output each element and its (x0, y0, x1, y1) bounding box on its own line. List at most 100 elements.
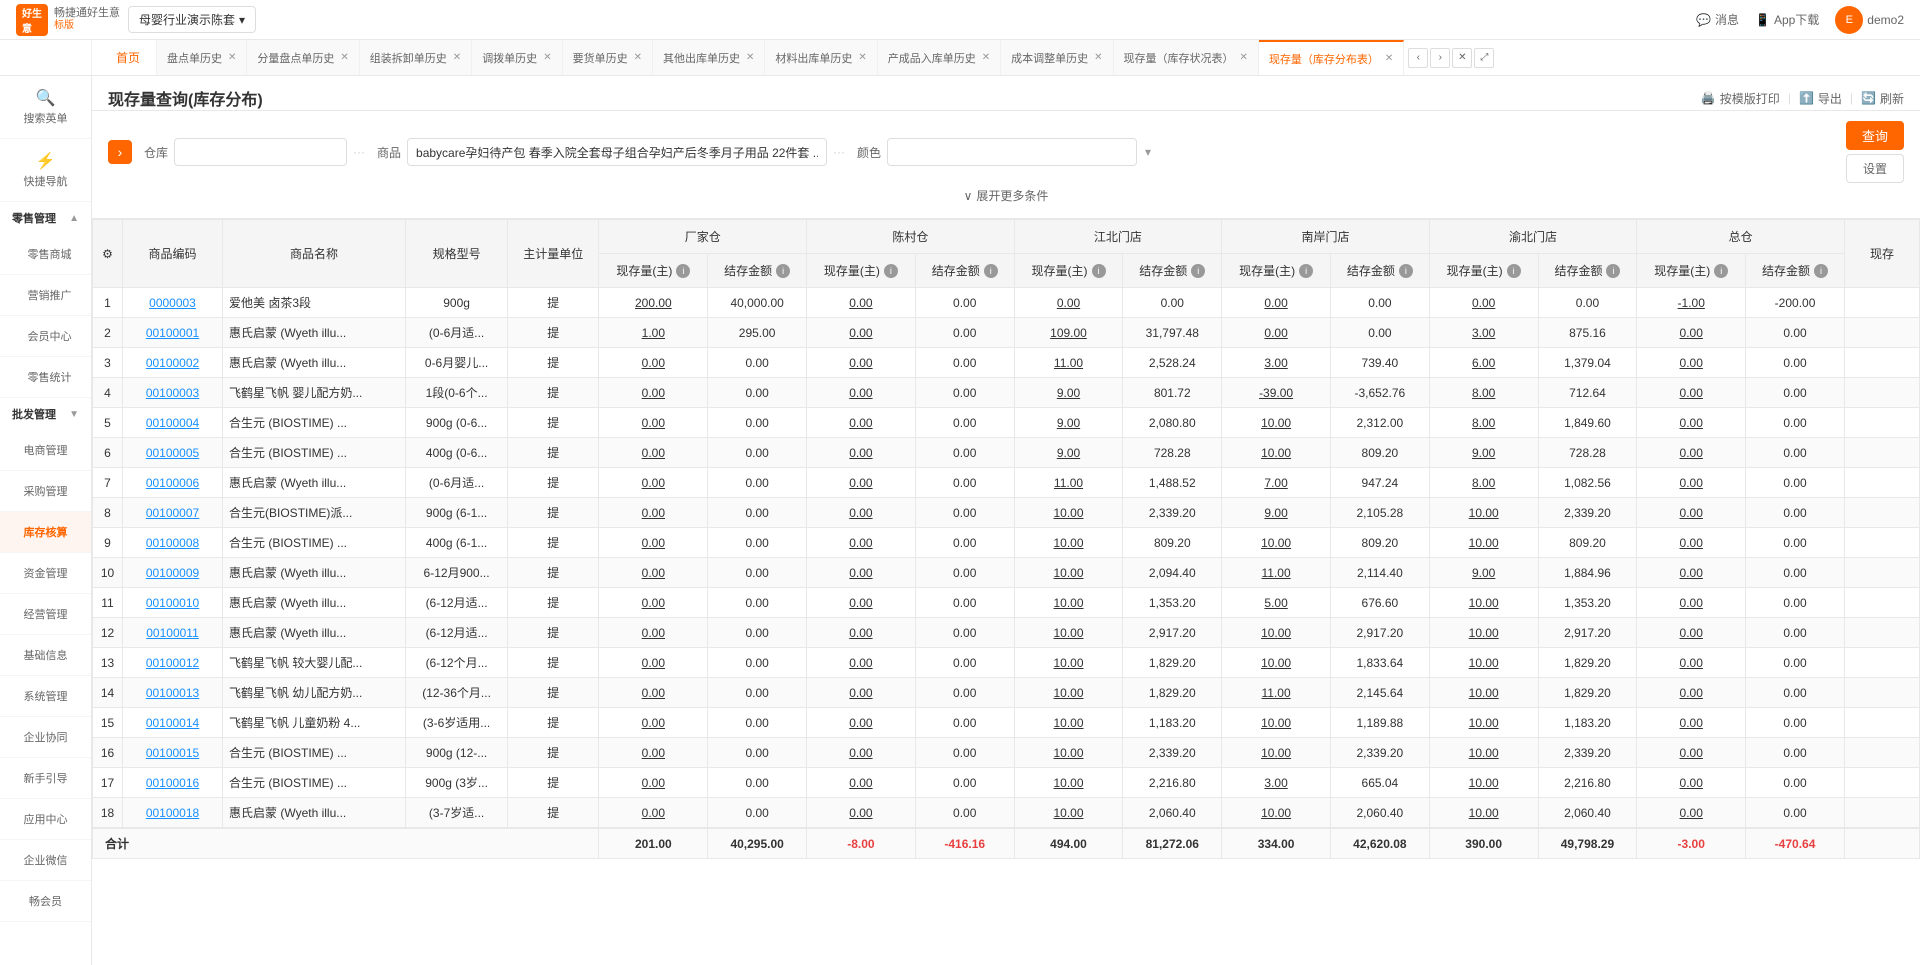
row-code[interactable]: 00100018 (123, 798, 223, 829)
row-code[interactable]: 00100010 (123, 588, 223, 618)
row-fj-qty[interactable]: 0.00 (599, 798, 708, 829)
row-code[interactable]: 0000003 (123, 288, 223, 318)
row-code[interactable]: 00100016 (123, 768, 223, 798)
export-button[interactable]: ⬆️ 导出 (1799, 90, 1842, 107)
info-icon[interactable]: i (884, 264, 898, 278)
expand-conditions-button[interactable]: ∨ 展开更多条件 (964, 187, 1049, 204)
row-cc-qty[interactable]: 0.00 (807, 768, 916, 798)
row-total-qty[interactable]: 0.00 (1637, 768, 1746, 798)
sidebar-item-nav[interactable]: ⚡ 快捷导航 (0, 139, 91, 202)
row-fj-qty[interactable]: 0.00 (599, 588, 708, 618)
info-icon[interactable]: i (984, 264, 998, 278)
row-na-qty[interactable]: 3.00 (1222, 768, 1331, 798)
row-yb-qty[interactable]: 8.00 (1429, 468, 1538, 498)
row-total-qty[interactable]: 0.00 (1637, 528, 1746, 558)
row-code[interactable]: 00100008 (123, 528, 223, 558)
row-na-qty[interactable]: 10.00 (1222, 738, 1331, 768)
row-total-qty[interactable]: 0.00 (1637, 798, 1746, 829)
row-total-qty[interactable]: 0.00 (1637, 738, 1746, 768)
row-jb-qty[interactable]: 10.00 (1014, 588, 1123, 618)
row-na-qty[interactable]: 5.00 (1222, 588, 1331, 618)
row-code[interactable]: 00100005 (123, 438, 223, 468)
table-container[interactable]: ⚙ 商品编码 商品名称 规格型号 主计量单位 厂家仓 陈村仓 江北门店 南岸门店… (92, 219, 1920, 965)
row-yb-qty[interactable]: 10.00 (1429, 738, 1538, 768)
close-icon[interactable]: ✕ (228, 52, 236, 63)
row-yb-qty[interactable]: 10.00 (1429, 768, 1538, 798)
row-fj-qty[interactable]: 0.00 (599, 708, 708, 738)
row-code[interactable]: 00100003 (123, 378, 223, 408)
tab-成本调整单历史[interactable]: 成本调整单历史 ✕ (1001, 40, 1113, 76)
row-cc-qty[interactable]: 0.00 (807, 528, 916, 558)
row-yb-qty[interactable]: 3.00 (1429, 318, 1538, 348)
row-total-qty[interactable]: 0.00 (1637, 318, 1746, 348)
close-icon[interactable]: ✕ (1094, 52, 1102, 63)
row-fj-qty[interactable]: 1.00 (599, 318, 708, 348)
tab-调拨单历史[interactable]: 调拨单历史 ✕ (472, 40, 562, 76)
row-cc-qty[interactable]: 0.00 (807, 348, 916, 378)
row-total-qty[interactable]: 0.00 (1637, 708, 1746, 738)
row-total-qty[interactable]: 0.00 (1637, 618, 1746, 648)
row-yb-qty[interactable]: 10.00 (1429, 798, 1538, 829)
row-fj-qty[interactable]: 0.00 (599, 498, 708, 528)
row-total-qty[interactable]: 0.00 (1637, 648, 1746, 678)
tab-产成品入库单历史[interactable]: 产成品入库单历史 ✕ (878, 40, 1001, 76)
row-cc-qty[interactable]: 0.00 (807, 288, 916, 318)
sidebar-item-marketing[interactable]: 营销推广 (0, 275, 91, 316)
close-icon[interactable]: ✕ (982, 52, 990, 63)
row-yb-qty[interactable]: 10.00 (1429, 498, 1538, 528)
row-na-qty[interactable]: 3.00 (1222, 348, 1331, 378)
row-code[interactable]: 00100014 (123, 708, 223, 738)
row-code[interactable]: 00100007 (123, 498, 223, 528)
row-jb-qty[interactable]: 10.00 (1014, 648, 1123, 678)
row-total-qty[interactable]: 0.00 (1637, 588, 1746, 618)
row-jb-qty[interactable]: 10.00 (1014, 708, 1123, 738)
tab-next-button[interactable]: › (1430, 48, 1450, 68)
row-yb-qty[interactable]: 10.00 (1429, 588, 1538, 618)
row-cc-qty[interactable]: 0.00 (807, 708, 916, 738)
tab-盘点单历史[interactable]: 盘点单历史 ✕ (157, 40, 247, 76)
row-code[interactable]: 00100015 (123, 738, 223, 768)
sidebar-item-ecommerce[interactable]: 电商管理 (0, 430, 91, 471)
row-total-qty[interactable]: 0.00 (1637, 558, 1746, 588)
row-fj-qty[interactable]: 0.00 (599, 618, 708, 648)
row-total-qty[interactable]: 0.00 (1637, 378, 1746, 408)
row-code[interactable]: 00100004 (123, 408, 223, 438)
row-jb-qty[interactable]: 10.00 (1014, 738, 1123, 768)
row-na-qty[interactable]: 7.00 (1222, 468, 1331, 498)
row-fj-qty[interactable]: 0.00 (599, 768, 708, 798)
product-input[interactable] (407, 138, 827, 166)
th-gear[interactable]: ⚙ (93, 220, 123, 288)
row-cc-qty[interactable]: 0.00 (807, 558, 916, 588)
tab-其他出库单历史[interactable]: 其他出库单历史 ✕ (653, 40, 765, 76)
info-icon[interactable]: i (1191, 264, 1205, 278)
sidebar-item-retail[interactable]: 零售管理 ▲ (0, 202, 91, 234)
sidebar-item-enterprise[interactable]: 企业协同 (0, 717, 91, 758)
tab-分量盘点单历史[interactable]: 分量盘点单历史 ✕ (247, 40, 359, 76)
row-total-qty[interactable]: 0.00 (1637, 348, 1746, 378)
close-icon[interactable]: ✕ (453, 52, 461, 63)
row-na-qty[interactable]: 10.00 (1222, 798, 1331, 829)
info-icon[interactable]: i (1507, 264, 1521, 278)
settings-button[interactable]: 设置 (1846, 154, 1904, 183)
sidebar-item-management[interactable]: 经营管理 (0, 594, 91, 635)
row-na-qty[interactable]: 11.00 (1222, 558, 1331, 588)
close-icon[interactable]: ✕ (634, 52, 642, 63)
row-yb-qty[interactable]: 10.00 (1429, 708, 1538, 738)
row-cc-qty[interactable]: 0.00 (807, 498, 916, 528)
close-icon[interactable]: ✕ (340, 52, 348, 63)
row-total-qty[interactable]: 0.00 (1637, 498, 1746, 528)
row-total-qty[interactable]: 0.00 (1637, 438, 1746, 468)
row-cc-qty[interactable]: 0.00 (807, 408, 916, 438)
row-total-qty[interactable]: 0.00 (1637, 468, 1746, 498)
row-code[interactable]: 00100001 (123, 318, 223, 348)
row-fj-qty[interactable]: 0.00 (599, 468, 708, 498)
row-cc-qty[interactable]: 0.00 (807, 618, 916, 648)
row-na-qty[interactable]: 0.00 (1222, 318, 1331, 348)
industry-selector[interactable]: 母婴行业演示陈套 ▾ (128, 6, 256, 33)
row-jb-qty[interactable]: 11.00 (1014, 468, 1123, 498)
row-yb-qty[interactable]: 10.00 (1429, 618, 1538, 648)
row-na-qty[interactable]: 10.00 (1222, 648, 1331, 678)
row-total-qty[interactable]: 0.00 (1637, 678, 1746, 708)
sidebar-item-members[interactable]: 会员中心 (0, 316, 91, 357)
sidebar-item-system[interactable]: 系统管理 (0, 676, 91, 717)
